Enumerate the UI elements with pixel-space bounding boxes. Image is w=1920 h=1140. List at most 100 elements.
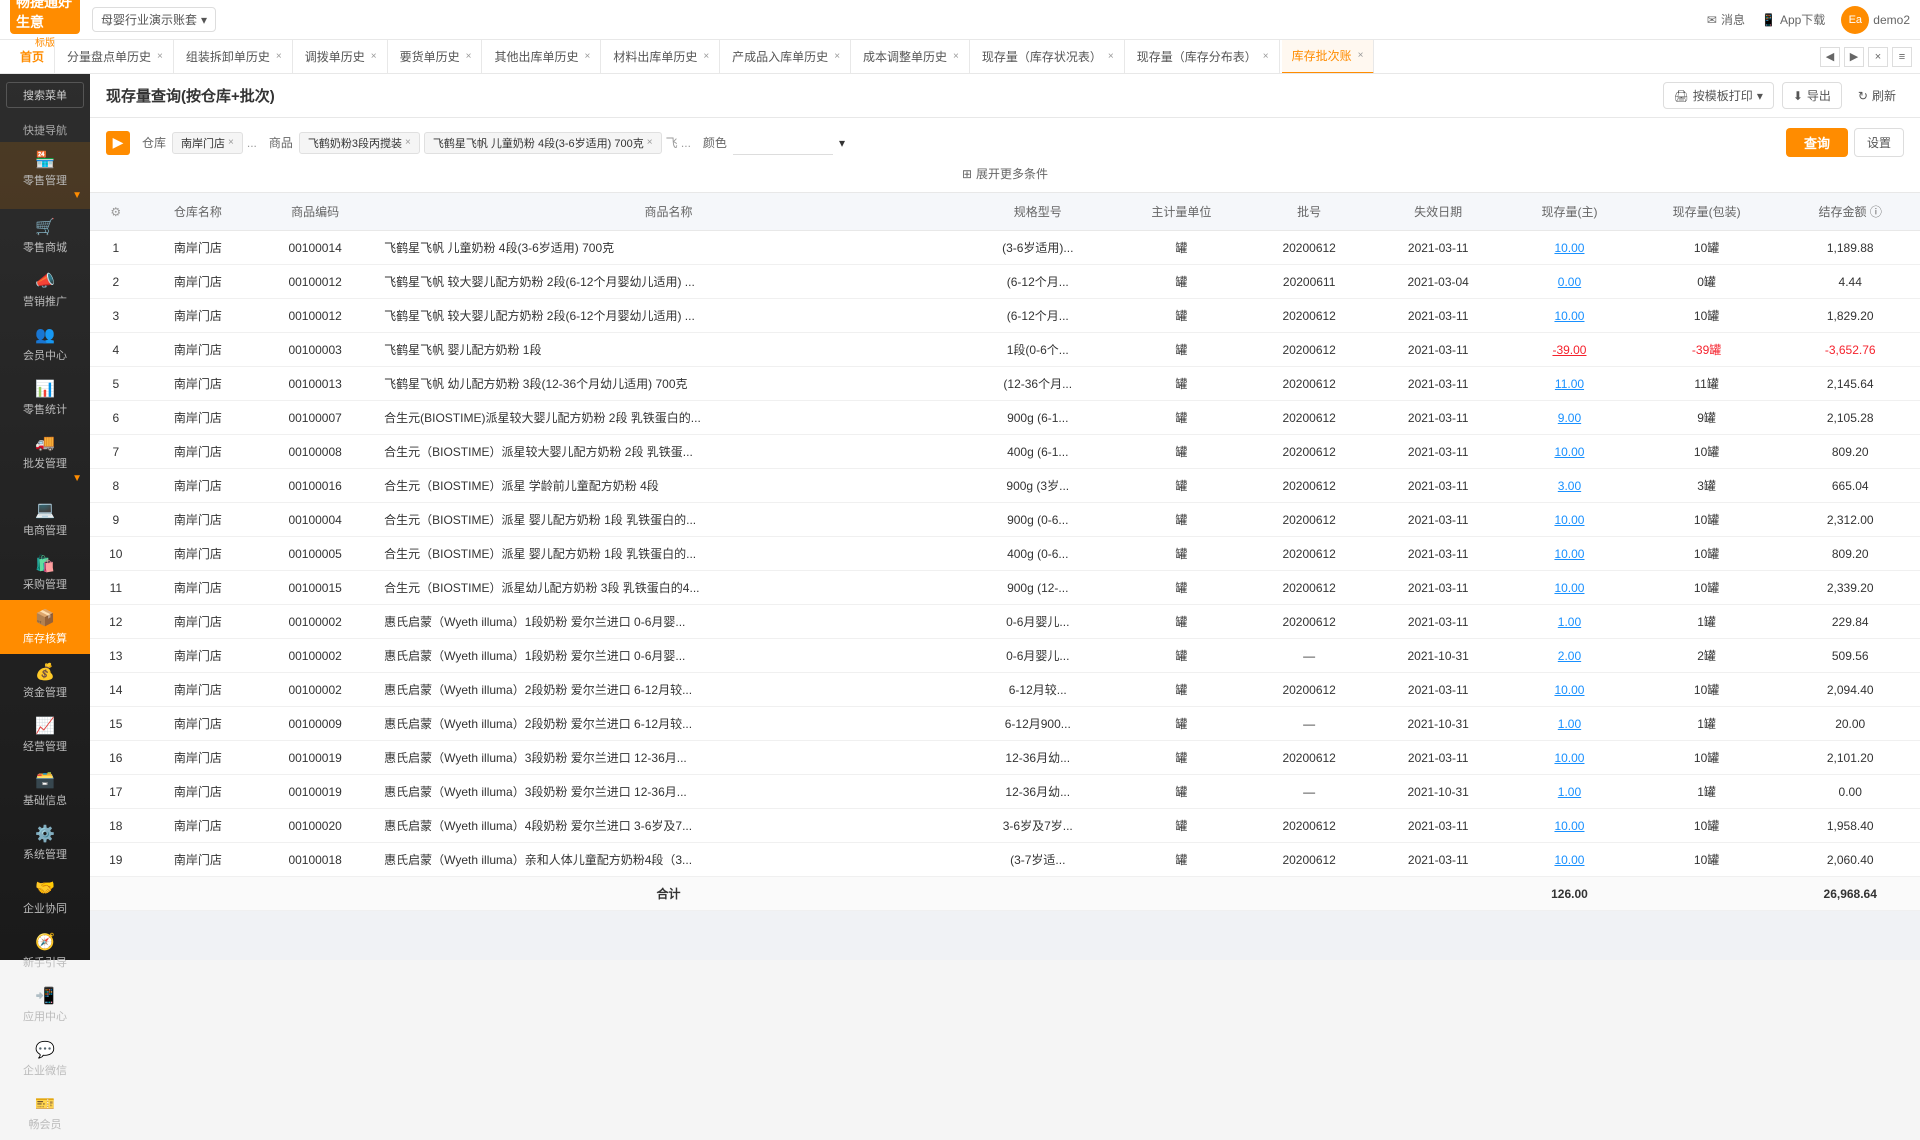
quick-nav-label[interactable]: 快捷导航 (0, 116, 90, 142)
tab-next-btn[interactable]: ▶ (1844, 47, 1864, 67)
sidebar-item-guide[interactable]: 🧭 新手引导 (0, 924, 90, 978)
close-icon[interactable]: × (1263, 51, 1269, 62)
td-stock-main[interactable]: 10.00 (1506, 537, 1633, 571)
sidebar-item-member2[interactable]: 🎫 畅会员 (0, 1086, 90, 1140)
sidebar-item-member[interactable]: 👥 会员中心 (0, 317, 90, 371)
color-label: 颜色 (703, 134, 727, 151)
close-icon[interactable]: × (157, 51, 163, 62)
export-label: 导出 (1807, 87, 1831, 104)
sidebar-item-operations[interactable]: 📈 经营管理 (0, 708, 90, 762)
user-profile[interactable]: Ea demo2 (1841, 6, 1910, 34)
sidebar-item-marketing[interactable]: 📣 营销推广 (0, 263, 90, 317)
expand-more-btn[interactable]: ⊞ 展开更多条件 (962, 165, 1048, 182)
td-stock-main[interactable]: 1.00 (1506, 707, 1633, 741)
tab-material-out[interactable]: 材料出库单历史 × (603, 40, 720, 74)
table-area[interactable]: ⚙ 仓库名称 商品编码 商品名称 规格型号 主计量单位 批号 失效日期 现存量(… (90, 193, 1920, 960)
td-stock-main[interactable]: 10.00 (1506, 231, 1633, 265)
td-unit: 罐 (1115, 265, 1249, 299)
td-stock-main[interactable]: 10.00 (1506, 299, 1633, 333)
tab-prev-btn[interactable]: ◀ (1820, 47, 1840, 67)
td-no: 11 (90, 571, 142, 605)
td-stock-main[interactable]: 10.00 (1506, 571, 1633, 605)
tab-disassemble[interactable]: 组装拆卸单历史 × (176, 40, 293, 74)
settings-btn[interactable]: 设置 (1854, 128, 1904, 157)
td-stock-main[interactable]: 1.00 (1506, 775, 1633, 809)
phone-icon: 📱 (1761, 13, 1776, 27)
main-content: 现存量查询(按仓库+批次) 🖨 按模板打印 ▾ ⬇ 导出 ↻ 刷新 (90, 74, 1920, 960)
td-stock-main[interactable]: 10.00 (1506, 673, 1633, 707)
close-icon[interactable]: × (1358, 50, 1364, 61)
app-download-btn[interactable]: 📱 App下载 (1761, 11, 1825, 28)
layout: 搜索菜单 快捷导航 🏪 零售管理 ▼ 🛒 零售商城 📣 营销推广 👥 会员中心 … (0, 74, 1920, 960)
td-stock-main[interactable]: 3.00 (1506, 469, 1633, 503)
sidebar-item-retail-stats[interactable]: 📊 零售统计 (0, 371, 90, 425)
sidebar-item-wholesale[interactable]: 🚚 批发管理 ▼ (0, 425, 90, 492)
close-icon[interactable]: × (276, 51, 282, 62)
td-stock-main[interactable]: -39.00 (1506, 333, 1633, 367)
td-stock-main[interactable]: 1.00 (1506, 605, 1633, 639)
sidebar-item-ecommerce[interactable]: 💻 电商管理 (0, 492, 90, 546)
tag-close-icon[interactable]: × (228, 137, 234, 148)
td-batch: 20200612 (1248, 809, 1370, 843)
tab-home[interactable]: 首页 (10, 40, 55, 74)
sidebar-item-retail[interactable]: 🏪 零售管理 ▼ (0, 142, 90, 209)
tab-stock-status[interactable]: 现存量（库存状况表） × (972, 40, 1125, 74)
tab-close-all-btn[interactable]: × (1868, 47, 1888, 67)
refresh-btn[interactable]: ↻ 刷新 (1850, 83, 1904, 108)
export-btn[interactable]: ⬇ 导出 (1782, 82, 1842, 109)
td-stock-main[interactable]: 10.00 (1506, 503, 1633, 537)
tab-cost-adjust[interactable]: 成本调整单历史 × (853, 40, 970, 74)
sidebar-item-finance[interactable]: 💰 资金管理 (0, 654, 90, 708)
tab-menu-btn[interactable]: ≡ (1892, 47, 1912, 67)
tab-requisition[interactable]: 要货单历史 × (390, 40, 483, 74)
td-no: 13 (90, 639, 142, 673)
sidebar-item-inventory[interactable]: 📦 库存核算 (0, 600, 90, 654)
close-icon[interactable]: × (703, 51, 709, 62)
messages-btn[interactable]: ✉ 消息 (1707, 11, 1745, 28)
td-stock-main[interactable]: 2.00 (1506, 639, 1633, 673)
close-icon[interactable]: × (953, 51, 959, 62)
tab-batch-account[interactable]: 库存批次账 × (1282, 40, 1375, 74)
td-stock-main[interactable]: 0.00 (1506, 265, 1633, 299)
td-stock-main[interactable]: 10.00 (1506, 843, 1633, 877)
table-row: 8南岸门店00100016合生元（BIOSTIME）派星 学龄前儿童配方奶粉 4… (90, 469, 1920, 503)
td-stock-main[interactable]: 11.00 (1506, 367, 1633, 401)
td-stock-main[interactable]: 10.00 (1506, 741, 1633, 775)
td-code: 00100015 (254, 571, 376, 605)
tab-production-in[interactable]: 产成品入库单历史 × (722, 40, 851, 74)
print-btn[interactable]: 🖨 按模板打印 ▾ (1663, 82, 1774, 109)
search-menu-btn[interactable]: 搜索菜单 (6, 82, 84, 108)
close-icon[interactable]: × (1108, 51, 1114, 62)
th-gear[interactable]: ⚙ (90, 193, 142, 231)
tab-other-out[interactable]: 其他出库单历史 × (484, 40, 601, 74)
sidebar-item-wechat[interactable]: 💬 企业微信 (0, 1032, 90, 1086)
td-stock-main[interactable]: 10.00 (1506, 809, 1633, 843)
search-btn[interactable]: 查询 (1786, 128, 1848, 157)
td-stock-main[interactable]: 10.00 (1506, 435, 1633, 469)
td-stock-main[interactable]: 9.00 (1506, 401, 1633, 435)
sidebar-item-enterprise[interactable]: 🤝 企业协同 (0, 870, 90, 924)
tab-stock-dist[interactable]: 现存量（库存分布表） × (1127, 40, 1280, 74)
tag-close-icon[interactable]: × (405, 137, 411, 148)
close-icon[interactable]: × (371, 51, 377, 62)
sidebar-item-basic[interactable]: 🗃️ 基础信息 (0, 762, 90, 816)
sidebar-item-system[interactable]: ⚙️ 系统管理 (0, 816, 90, 870)
filter-expand-btn[interactable]: ▶ (106, 131, 130, 155)
header-actions: 🖨 按模板打印 ▾ ⬇ 导出 ↻ 刷新 (1663, 82, 1904, 109)
td-code: 00100019 (254, 741, 376, 775)
warehouse-more[interactable]: ... (247, 136, 257, 150)
td-unit: 罐 (1115, 231, 1249, 265)
sidebar-item-purchase[interactable]: 🛍️ 采购管理 (0, 546, 90, 600)
workspace-selector[interactable]: 母婴行业演示账套 ▾ (92, 7, 216, 32)
close-icon[interactable]: × (466, 51, 472, 62)
tab-split-record[interactable]: 分量盘点单历史 × (57, 40, 174, 74)
close-icon[interactable]: × (834, 51, 840, 62)
sidebar-item-app-center[interactable]: 📲 应用中心 (0, 978, 90, 1032)
tag-close-icon[interactable]: × (647, 137, 653, 148)
tab-transfer[interactable]: 调拨单历史 × (295, 40, 388, 74)
product-more[interactable]: 飞 ... (666, 134, 691, 151)
sidebar-item-retail-shop[interactable]: 🛒 零售商城 (0, 209, 90, 263)
td-no: 3 (90, 299, 142, 333)
sidebar-item-label: 零售统计 (23, 401, 67, 417)
close-icon[interactable]: × (584, 51, 590, 62)
